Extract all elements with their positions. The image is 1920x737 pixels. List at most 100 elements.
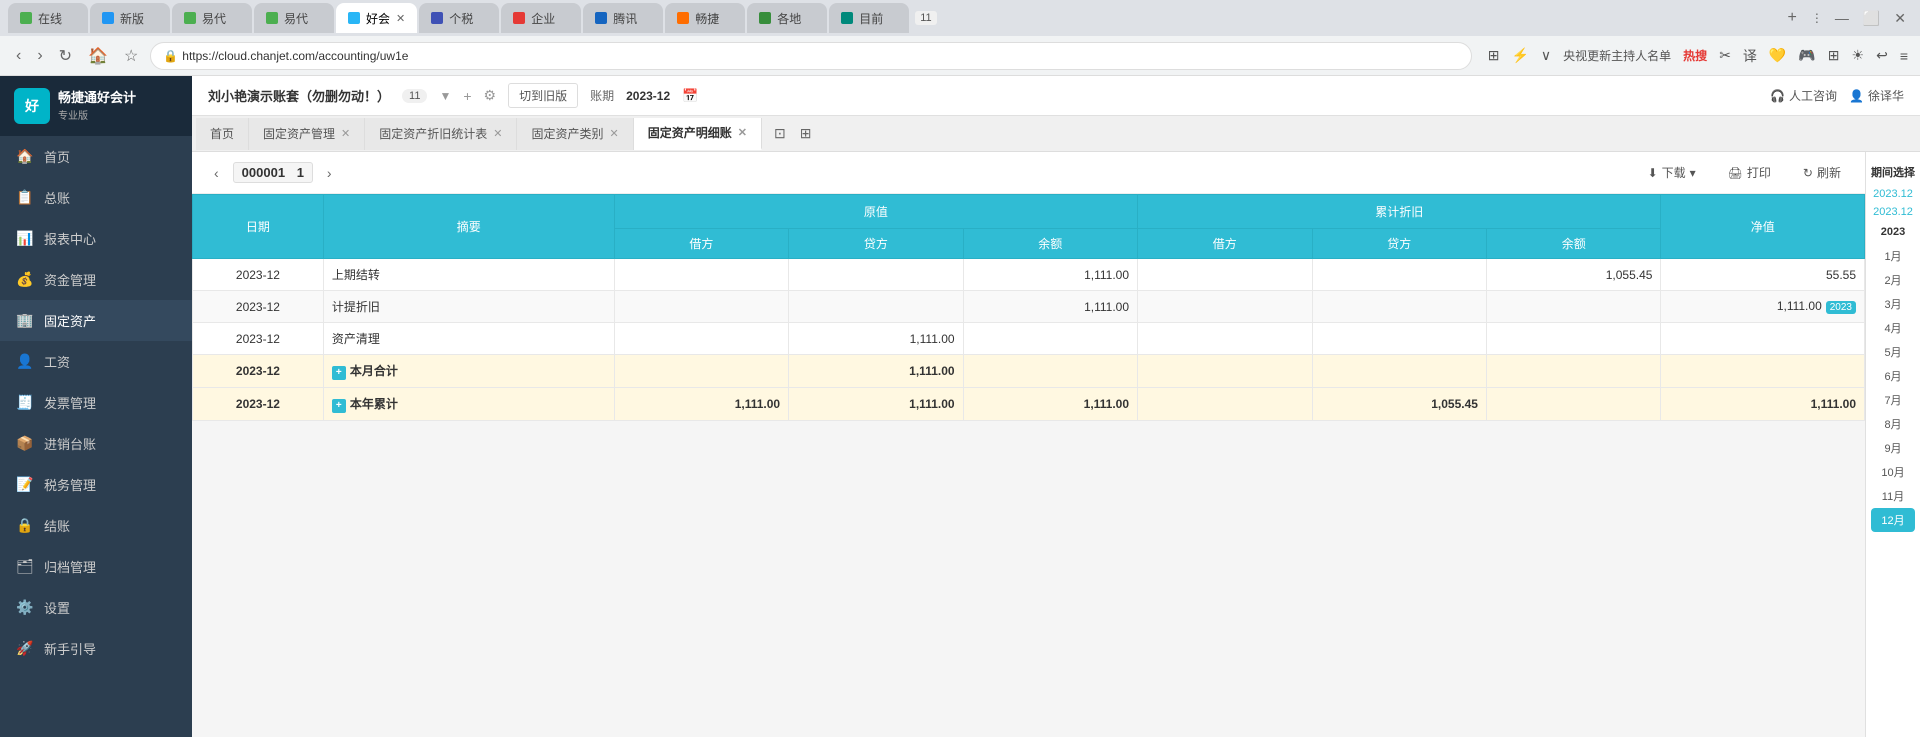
sidebar-item-invoice[interactable]: 🧾 发票管理	[0, 382, 192, 423]
close-browser-button[interactable]: ✕	[1888, 10, 1912, 27]
page-tab-close-fixed_asset_ledger[interactable]: ✕	[738, 126, 747, 139]
sidebar-item-salary[interactable]: 👤 工资	[0, 341, 192, 382]
new-tab-button[interactable]: +	[1779, 5, 1804, 31]
add-account-button[interactable]: +	[463, 88, 471, 104]
cell-2-1: 资产清理	[323, 323, 614, 355]
next-account-button[interactable]: ›	[321, 163, 338, 183]
back-button[interactable]: ‹	[12, 43, 25, 69]
flash-icon[interactable]: ⚡	[1511, 47, 1528, 64]
browser-tab-tab5[interactable]: 好会 ✕	[336, 3, 417, 33]
page-tab-fixed_asset_category[interactable]: 固定资产类别 ✕	[517, 118, 633, 150]
menu-icon[interactable]: ≡	[1900, 48, 1908, 64]
sidebar-item-ledger[interactable]: 📋 总账	[0, 177, 192, 218]
expand-button[interactable]: ⊞	[796, 123, 816, 144]
scissors-icon[interactable]: ✂	[1719, 47, 1731, 64]
wallet-icon[interactable]: 💛	[1769, 47, 1786, 64]
month-item-7月[interactable]: 7月	[1871, 388, 1915, 412]
sidebar-item-purchase_sale[interactable]: 📦 进销台账	[0, 423, 192, 464]
browser-tab-tab10[interactable]: 各地	[747, 3, 827, 33]
col-dep-debit: 借方	[1138, 229, 1312, 259]
forward-button[interactable]: ›	[33, 43, 46, 69]
month-item-2月[interactable]: 2月	[1871, 268, 1915, 292]
dropdown-icon[interactable]: ▼	[439, 89, 451, 103]
sidebar-item-reports[interactable]: 📊 报表中心	[0, 218, 192, 259]
page-tab-close-fixed_asset_dep_stats[interactable]: ✕	[493, 127, 502, 140]
hot-search-label[interactable]: 热搜	[1683, 47, 1707, 64]
browser-tab-tab9[interactable]: 畅捷	[665, 3, 745, 33]
switch-version-button[interactable]: 切到旧版	[508, 83, 578, 108]
browser-tab-tab3[interactable]: 易代	[172, 3, 252, 33]
extensions-icon[interactable]: ⊞	[1488, 47, 1500, 64]
month-item-9月[interactable]: 9月	[1871, 436, 1915, 460]
month-item-11月[interactable]: 11月	[1871, 484, 1915, 508]
period-selected-end[interactable]: 2023.12	[1871, 204, 1915, 220]
game-icon[interactable]: 🎮	[1798, 47, 1815, 64]
sidebar-item-close[interactable]: 🔒 结账	[0, 505, 192, 546]
page-tab-home[interactable]: 首页	[196, 118, 249, 150]
month-item-3月[interactable]: 3月	[1871, 292, 1915, 316]
more-icon[interactable]: ∨	[1541, 47, 1551, 64]
tab-favicon	[677, 12, 689, 24]
page-tab-fixed_asset_ledger[interactable]: 固定资产明细账 ✕	[634, 118, 762, 150]
sidebar-item-guide[interactable]: 🚀 新手引导	[0, 628, 192, 669]
nav-icon-guide: 🚀	[16, 640, 34, 658]
month-item-1月[interactable]: 1月	[1871, 244, 1915, 268]
nav-icon-settings: ⚙️	[16, 599, 34, 617]
tab-favicon	[513, 12, 525, 24]
tab-label: 目前	[859, 10, 883, 27]
page-tab-close-fixed_asset_mgmt[interactable]: ✕	[341, 127, 350, 140]
undo-icon[interactable]: ↩	[1876, 47, 1888, 64]
user-icon: 👤	[1849, 89, 1864, 103]
sidebar-item-fixed_asset[interactable]: 🏢 固定资产	[0, 300, 192, 341]
period-selected-start[interactable]: 2023.12	[1871, 186, 1915, 202]
refresh-button[interactable]: ↻ 刷新	[1795, 160, 1849, 185]
tab-close-btn[interactable]: ✕	[396, 12, 405, 25]
minimize-button[interactable]: —	[1829, 10, 1855, 26]
sidebar-item-settings[interactable]: ⚙️ 设置	[0, 587, 192, 628]
sidebar-item-tax[interactable]: 📝 税务管理	[0, 464, 192, 505]
address-input[interactable]: 🔒 https://cloud.chanjet.com/accounting/u…	[150, 42, 1471, 70]
brightness-icon[interactable]: ☀	[1852, 47, 1865, 64]
ledger-nav-left: ‹ 000001 1 ›	[208, 162, 338, 183]
tab-overflow-icon[interactable]: ⋮	[1807, 11, 1827, 25]
browser-tab-tab11[interactable]: 目前	[829, 3, 909, 33]
page-tab-close-fixed_asset_category[interactable]: ✕	[610, 127, 619, 140]
month-item-6月[interactable]: 6月	[1871, 364, 1915, 388]
page-tab-fixed_asset_dep_stats[interactable]: 固定资产折旧统计表 ✕	[365, 118, 517, 150]
translate-icon[interactable]: 译	[1743, 46, 1757, 66]
settings-icon[interactable]: ⚙	[484, 87, 497, 104]
browser-tab-tab6[interactable]: 个税	[419, 3, 499, 33]
browser-tab-tab1[interactable]: 在线	[8, 3, 88, 33]
cell-3-8	[1661, 355, 1865, 388]
browser-tab-tab4[interactable]: 易代	[254, 3, 334, 33]
month-item-8月[interactable]: 8月	[1871, 412, 1915, 436]
sidebar-item-fund[interactable]: 💰 资金管理	[0, 259, 192, 300]
collapse-button[interactable]: ⊡	[770, 123, 790, 144]
page-tab-label-home: 首页	[210, 125, 234, 142]
sidebar-item-home[interactable]: 🏠 首页	[0, 136, 192, 177]
user-button[interactable]: 👤 徐译华	[1849, 87, 1904, 104]
browser-tab-tab2[interactable]: 新版	[90, 3, 170, 33]
nav-icon-home: 🏠	[16, 148, 34, 166]
month-item-10月[interactable]: 10月	[1871, 460, 1915, 484]
month-item-12月[interactable]: 12月	[1871, 508, 1915, 532]
page-tab-fixed_asset_mgmt[interactable]: 固定资产管理 ✕	[249, 118, 365, 150]
print-button[interactable]: 🖨 打印	[1720, 160, 1779, 185]
sidebar-item-archive[interactable]: 🗂 归档管理	[0, 546, 192, 587]
download-button[interactable]: ⬇ 下载 ▾	[1640, 160, 1704, 185]
home-button[interactable]: 🏠	[84, 42, 112, 70]
maximize-button[interactable]: ⬜	[1857, 10, 1886, 27]
prev-account-button[interactable]: ‹	[208, 163, 225, 183]
grid-icon[interactable]: ⊞	[1828, 47, 1840, 64]
cell-4-0: 2023-12	[193, 388, 324, 421]
reload-button[interactable]: ↻	[55, 42, 76, 70]
month-item-5月[interactable]: 5月	[1871, 340, 1915, 364]
month-item-4月[interactable]: 4月	[1871, 316, 1915, 340]
calendar-icon[interactable]: 📅	[682, 88, 698, 104]
browser-tab-tab8[interactable]: 腾讯	[583, 3, 663, 33]
nav-label-archive: 归档管理	[44, 557, 96, 576]
browser-tab-tab7[interactable]: 企业	[501, 3, 581, 33]
toolbar-icons: ⊞ ⚡ ∨ 央视更新主持人名单 热搜 ✂ 译 💛 🎮 ⊞ ☀ ↩ ≡	[1488, 46, 1908, 66]
help-button[interactable]: 🎧 人工咨询	[1770, 87, 1837, 104]
bookmark-button[interactable]: ☆	[120, 42, 142, 70]
